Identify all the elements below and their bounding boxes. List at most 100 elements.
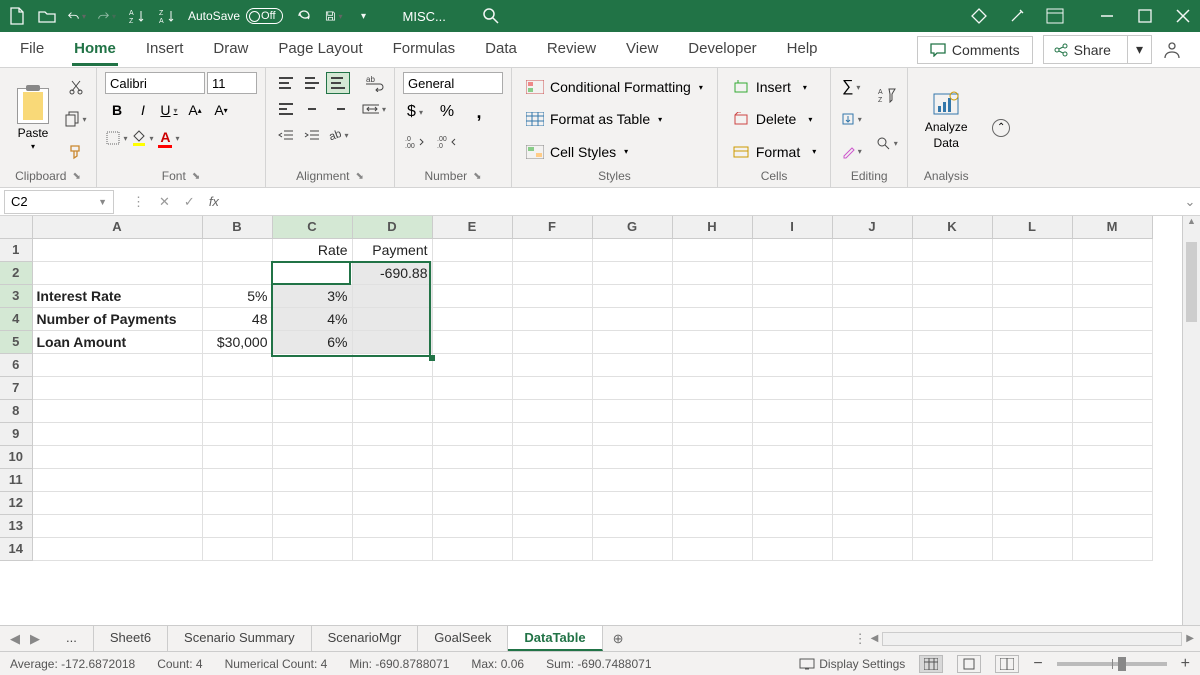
decrease-indent-icon[interactable] — [274, 124, 298, 146]
cell-J10[interactable] — [832, 445, 912, 468]
cell-D8[interactable] — [352, 399, 432, 422]
sheet-tab-scenariomgr[interactable]: ScenarioMgr — [312, 626, 419, 651]
cell-I2[interactable] — [752, 261, 832, 284]
cell-M3[interactable] — [1072, 284, 1152, 307]
fill-icon[interactable] — [839, 107, 863, 131]
cell-A1[interactable] — [32, 238, 202, 261]
cell-M12[interactable] — [1072, 491, 1152, 514]
cell-A5[interactable]: Loan Amount — [32, 330, 202, 353]
cell-K5[interactable] — [912, 330, 992, 353]
cell-styles-button[interactable]: Cell Styles▾ — [520, 141, 709, 163]
grid[interactable]: ABCDEFGHIJKLM1RatePayment2-690.883Intere… — [0, 216, 1182, 625]
cell-H10[interactable] — [672, 445, 752, 468]
cell-I8[interactable] — [752, 399, 832, 422]
new-file-icon[interactable] — [8, 7, 26, 25]
align-middle-icon[interactable] — [300, 72, 324, 94]
cell-K14[interactable] — [912, 537, 992, 560]
cell-K11[interactable] — [912, 468, 992, 491]
fill-color-icon[interactable] — [131, 126, 155, 150]
row-header-2[interactable]: 2 — [0, 261, 32, 284]
col-header-L[interactable]: L — [992, 216, 1072, 238]
cell-M4[interactable] — [1072, 307, 1152, 330]
autosum-icon[interactable]: ∑ — [839, 75, 863, 99]
redo-icon[interactable] — [98, 7, 116, 25]
col-header-B[interactable]: B — [202, 216, 272, 238]
sheet-nav-next-icon[interactable]: ▶ — [30, 631, 40, 647]
font-launcher-icon[interactable]: ⬊ — [192, 171, 200, 182]
refresh-icon[interactable] — [295, 7, 313, 25]
decrease-font-icon[interactable]: A▾ — [209, 98, 233, 122]
cell-K6[interactable] — [912, 353, 992, 376]
cell-L2[interactable] — [992, 261, 1072, 284]
cell-F10[interactable] — [512, 445, 592, 468]
collapse-ribbon-icon[interactable]: ⌃ — [992, 119, 1010, 137]
cell-K1[interactable] — [912, 238, 992, 261]
cell-I12[interactable] — [752, 491, 832, 514]
cell-F2[interactable] — [512, 261, 592, 284]
cell-M11[interactable] — [1072, 468, 1152, 491]
hscroll-left-icon[interactable]: ◀ — [871, 633, 879, 644]
hscroll-right-icon[interactable]: ▶ — [1186, 633, 1194, 644]
cell-H5[interactable] — [672, 330, 752, 353]
cell-B8[interactable] — [202, 399, 272, 422]
cell-B7[interactable] — [202, 376, 272, 399]
cell-A11[interactable] — [32, 468, 202, 491]
cell-G9[interactable] — [592, 422, 672, 445]
cell-D12[interactable] — [352, 491, 432, 514]
comments-button[interactable]: Comments — [917, 36, 1033, 64]
cell-F6[interactable] — [512, 353, 592, 376]
cell-D13[interactable] — [352, 514, 432, 537]
tab-page-layout[interactable]: Page Layout — [276, 34, 364, 66]
col-header-J[interactable]: J — [832, 216, 912, 238]
cell-L14[interactable] — [992, 537, 1072, 560]
save-icon[interactable] — [325, 7, 343, 25]
cell-F12[interactable] — [512, 491, 592, 514]
col-header-F[interactable]: F — [512, 216, 592, 238]
cell-C9[interactable] — [272, 422, 352, 445]
cell-C3[interactable]: 3% — [272, 284, 352, 307]
cell-M8[interactable] — [1072, 399, 1152, 422]
delete-cells-button[interactable]: Delete▾ — [726, 108, 822, 130]
cell-B3[interactable]: 5% — [202, 284, 272, 307]
cell-E6[interactable] — [432, 353, 512, 376]
cell-J12[interactable] — [832, 491, 912, 514]
cell-K9[interactable] — [912, 422, 992, 445]
cell-M10[interactable] — [1072, 445, 1152, 468]
align-top-icon[interactable] — [274, 72, 298, 94]
cell-A6[interactable] — [32, 353, 202, 376]
number-format-select[interactable] — [403, 72, 503, 94]
cell-J9[interactable] — [832, 422, 912, 445]
cell-C14[interactable] — [272, 537, 352, 560]
zoom-out-icon[interactable]: − — [1033, 655, 1042, 673]
cell-E3[interactable] — [432, 284, 512, 307]
cell-C10[interactable] — [272, 445, 352, 468]
cell-D3[interactable] — [352, 284, 432, 307]
cell-K10[interactable] — [912, 445, 992, 468]
tab-help[interactable]: Help — [785, 34, 820, 66]
cell-D14[interactable] — [352, 537, 432, 560]
cell-J6[interactable] — [832, 353, 912, 376]
cell-H7[interactable] — [672, 376, 752, 399]
cell-I14[interactable] — [752, 537, 832, 560]
paste-button[interactable]: Paste▾ — [8, 72, 58, 167]
row-header-1[interactable]: 1 — [0, 238, 32, 261]
cell-I13[interactable] — [752, 514, 832, 537]
cell-D11[interactable] — [352, 468, 432, 491]
cell-C5[interactable]: 6% — [272, 330, 352, 353]
col-header-D[interactable]: D — [352, 216, 432, 238]
cell-L5[interactable] — [992, 330, 1072, 353]
cell-E12[interactable] — [432, 491, 512, 514]
cell-M9[interactable] — [1072, 422, 1152, 445]
tab-data[interactable]: Data — [483, 34, 519, 66]
page-break-view-icon[interactable] — [995, 655, 1019, 673]
cell-J4[interactable] — [832, 307, 912, 330]
cell-C12[interactable] — [272, 491, 352, 514]
wrap-text-icon[interactable]: ab — [362, 72, 386, 94]
cell-B14[interactable] — [202, 537, 272, 560]
display-settings-button[interactable]: Display Settings — [799, 657, 905, 671]
cell-L1[interactable] — [992, 238, 1072, 261]
horizontal-scrollbar[interactable] — [882, 632, 1182, 646]
font-name-select[interactable] — [105, 72, 205, 94]
tab-file[interactable]: File — [18, 34, 46, 66]
fx-icon[interactable]: fx — [209, 194, 219, 209]
